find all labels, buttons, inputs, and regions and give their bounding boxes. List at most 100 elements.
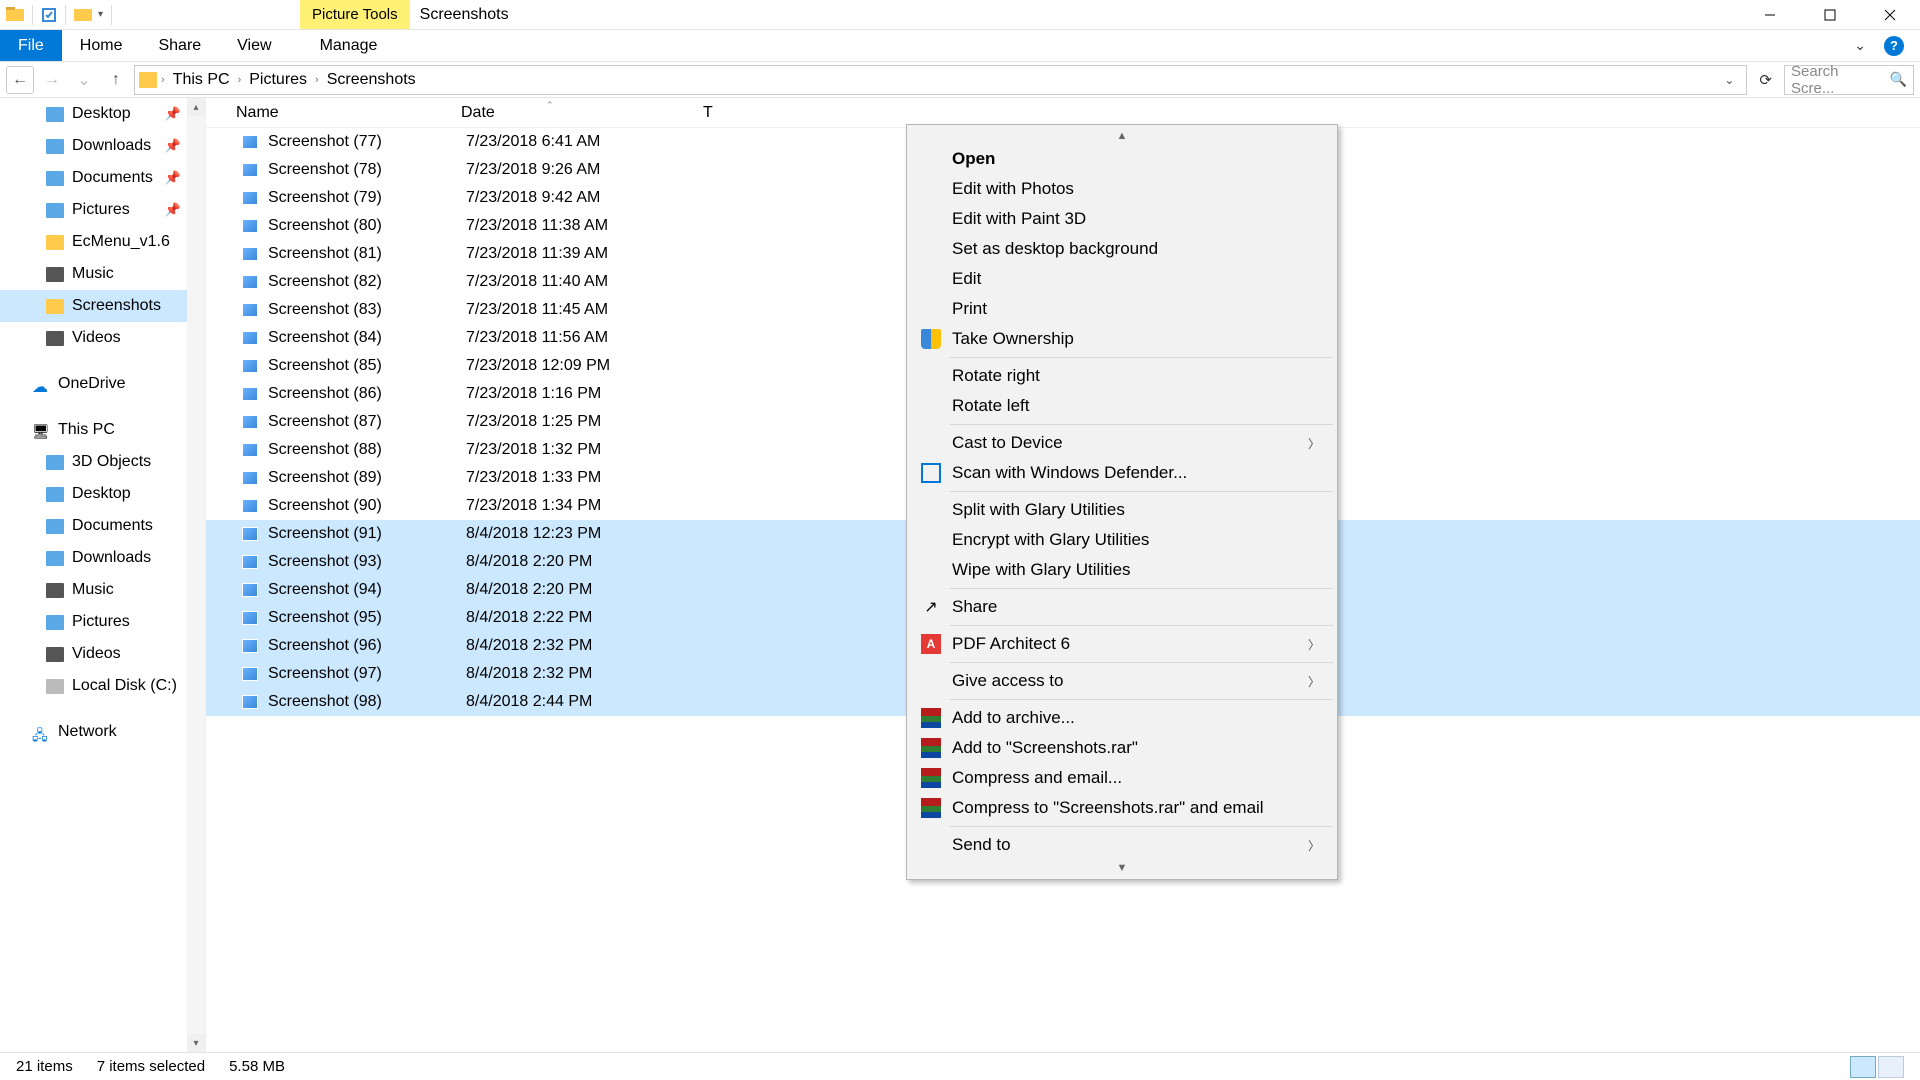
- nav-item-videos[interactable]: Videos: [0, 638, 205, 670]
- menu-item-label: Share: [952, 597, 997, 617]
- image-file-icon: [242, 583, 258, 597]
- nav-scrollbar[interactable]: ▴ ▾: [187, 98, 205, 1052]
- menu-item-compress-and-email-[interactable]: Compress and email...: [910, 763, 1334, 793]
- nav-item-desktop[interactable]: Desktop📌: [0, 98, 205, 130]
- nav-item-pictures[interactable]: Pictures: [0, 606, 205, 638]
- chevron-right-icon[interactable]: ›: [315, 74, 319, 86]
- menu-item-give-access-to[interactable]: Give access to〉: [910, 666, 1334, 696]
- recent-dropdown-icon[interactable]: ⌄: [70, 66, 98, 94]
- menu-item-cast-to-device[interactable]: Cast to Device〉: [910, 428, 1334, 458]
- menu-item-print[interactable]: Print: [910, 294, 1334, 324]
- nav-item-downloads[interactable]: Downloads: [0, 542, 205, 574]
- tab-file[interactable]: File: [0, 30, 62, 61]
- menu-item-compress-to-screenshots-rar-and-email[interactable]: Compress to "Screenshots.rar" and email: [910, 793, 1334, 823]
- refresh-button[interactable]: ⟳: [1751, 71, 1780, 89]
- menu-item-edit-with-paint-3d[interactable]: Edit with Paint 3D: [910, 204, 1334, 234]
- status-size: 5.58 MB: [229, 1058, 285, 1075]
- ribbon-collapse-icon[interactable]: ⌄: [1854, 37, 1866, 54]
- nav-item-music[interactable]: Music: [0, 258, 205, 290]
- maximize-button[interactable]: [1800, 0, 1860, 30]
- forward-button[interactable]: →: [38, 66, 66, 94]
- search-icon[interactable]: 🔍: [1890, 71, 1907, 88]
- nav-item-ecmenu-v1-6[interactable]: EcMenu_v1.6: [0, 226, 205, 258]
- nav-item-documents[interactable]: Documents: [0, 510, 205, 542]
- column-name[interactable]: Name: [236, 104, 461, 122]
- menu-item-label: Edit: [952, 269, 981, 289]
- menu-item-set-as-desktop-background[interactable]: Set as desktop background: [910, 234, 1334, 264]
- file-name: Screenshot (96): [268, 637, 466, 655]
- nav-item-this-pc[interactable]: 🖥This PC: [0, 414, 205, 446]
- file-date: 7/23/2018 11:38 AM: [466, 217, 708, 235]
- chevron-right-icon[interactable]: ›: [238, 74, 242, 86]
- nav-item-downloads[interactable]: Downloads📌: [0, 130, 205, 162]
- nav-item-label: EcMenu_v1.6: [72, 233, 170, 251]
- menu-item-wipe-with-glary-utilities[interactable]: Wipe with Glary Utilities: [910, 555, 1334, 585]
- view-thumbnails-button[interactable]: [1878, 1056, 1904, 1078]
- nav-item-3d-objects[interactable]: 3D Objects: [0, 446, 205, 478]
- tab-view[interactable]: View: [219, 30, 289, 61]
- menu-item-rotate-left[interactable]: Rotate left: [910, 391, 1334, 421]
- file-name: Screenshot (79): [268, 189, 466, 207]
- image-file-icon: [242, 275, 258, 289]
- up-button[interactable]: ↑: [102, 66, 130, 94]
- breadcrumb[interactable]: Pictures: [243, 71, 313, 89]
- sort-indicator-icon: ⌃: [546, 100, 554, 111]
- properties-icon[interactable]: [41, 7, 57, 23]
- help-icon[interactable]: ?: [1884, 36, 1904, 56]
- menu-item-encrypt-with-glary-utilities[interactable]: Encrypt with Glary Utilities: [910, 525, 1334, 555]
- menu-separator: [950, 699, 1333, 700]
- column-type[interactable]: T: [703, 104, 713, 122]
- file-name: Screenshot (77): [268, 133, 466, 151]
- menu-item-split-with-glary-utilities[interactable]: Split with Glary Utilities: [910, 495, 1334, 525]
- column-date[interactable]: Date: [461, 104, 703, 122]
- scroll-up-icon[interactable]: ▴: [187, 98, 205, 116]
- menu-item-rotate-right[interactable]: Rotate right: [910, 361, 1334, 391]
- nav-item-onedrive[interactable]: ☁OneDrive: [0, 368, 205, 400]
- chevron-right-icon[interactable]: ›: [161, 74, 165, 86]
- menu-scroll-up-icon[interactable]: ▲: [910, 128, 1334, 144]
- menu-item-edit[interactable]: Edit: [910, 264, 1334, 294]
- nav-item-screenshots[interactable]: Screenshots: [0, 290, 205, 322]
- tab-share[interactable]: Share: [140, 30, 219, 61]
- menu-item-share[interactable]: Share: [910, 592, 1334, 622]
- menu-item-take-ownership[interactable]: Take Ownership: [910, 324, 1334, 354]
- tab-home[interactable]: Home: [62, 30, 141, 61]
- menu-scroll-down-icon[interactable]: ▼: [910, 860, 1334, 876]
- menu-item-add-to-archive-[interactable]: Add to archive...: [910, 703, 1334, 733]
- minimize-button[interactable]: [1740, 0, 1800, 30]
- menu-item-pdf-architect-6[interactable]: APDF Architect 6〉: [910, 629, 1334, 659]
- image-file-icon: [242, 303, 258, 317]
- nav-item-label: Screenshots: [72, 297, 161, 315]
- disk-icon: [46, 679, 64, 694]
- nav-item-local-disk-c-[interactable]: Local Disk (C:): [0, 670, 205, 702]
- menu-item-label: Open: [952, 149, 995, 169]
- back-button[interactable]: ←: [6, 66, 34, 94]
- qat-dropdown-icon[interactable]: ▾: [98, 9, 103, 20]
- menu-item-edit-with-photos[interactable]: Edit with Photos: [910, 174, 1334, 204]
- address-dropdown-icon[interactable]: ⌄: [1716, 73, 1742, 87]
- nav-item-documents[interactable]: Documents📌: [0, 162, 205, 194]
- menu-item-scan-with-windows-defender-[interactable]: Scan with Windows Defender...: [910, 458, 1334, 488]
- nav-item-network[interactable]: 🖧Network: [0, 716, 205, 748]
- nav-item-label: Pictures: [72, 613, 130, 631]
- menu-item-send-to[interactable]: Send to〉: [910, 830, 1334, 860]
- view-details-button[interactable]: [1850, 1056, 1876, 1078]
- breadcrumb[interactable]: This PC: [167, 71, 236, 89]
- menu-item-add-to-screenshots-rar-[interactable]: Add to "Screenshots.rar": [910, 733, 1334, 763]
- breadcrumb[interactable]: Screenshots: [321, 71, 422, 89]
- new-folder-icon[interactable]: [74, 7, 92, 23]
- menu-separator: [950, 424, 1333, 425]
- nav-item-desktop[interactable]: Desktop: [0, 478, 205, 510]
- menu-item-open[interactable]: Open: [910, 144, 1334, 174]
- file-name: Screenshot (93): [268, 553, 466, 571]
- nav-item-pictures[interactable]: Pictures📌: [0, 194, 205, 226]
- search-input[interactable]: Search Scre... 🔍: [1784, 65, 1914, 95]
- nav-item-music[interactable]: Music: [0, 574, 205, 606]
- close-button[interactable]: [1860, 0, 1920, 30]
- nav-item-label: Documents: [72, 517, 153, 535]
- address-box[interactable]: › This PC › Pictures › Screenshots ⌄: [134, 65, 1747, 95]
- tab-manage[interactable]: Manage: [302, 30, 396, 61]
- nav-item-videos[interactable]: Videos: [0, 322, 205, 354]
- file-date: 7/23/2018 11:39 AM: [466, 245, 708, 263]
- scroll-down-icon[interactable]: ▾: [187, 1034, 205, 1052]
